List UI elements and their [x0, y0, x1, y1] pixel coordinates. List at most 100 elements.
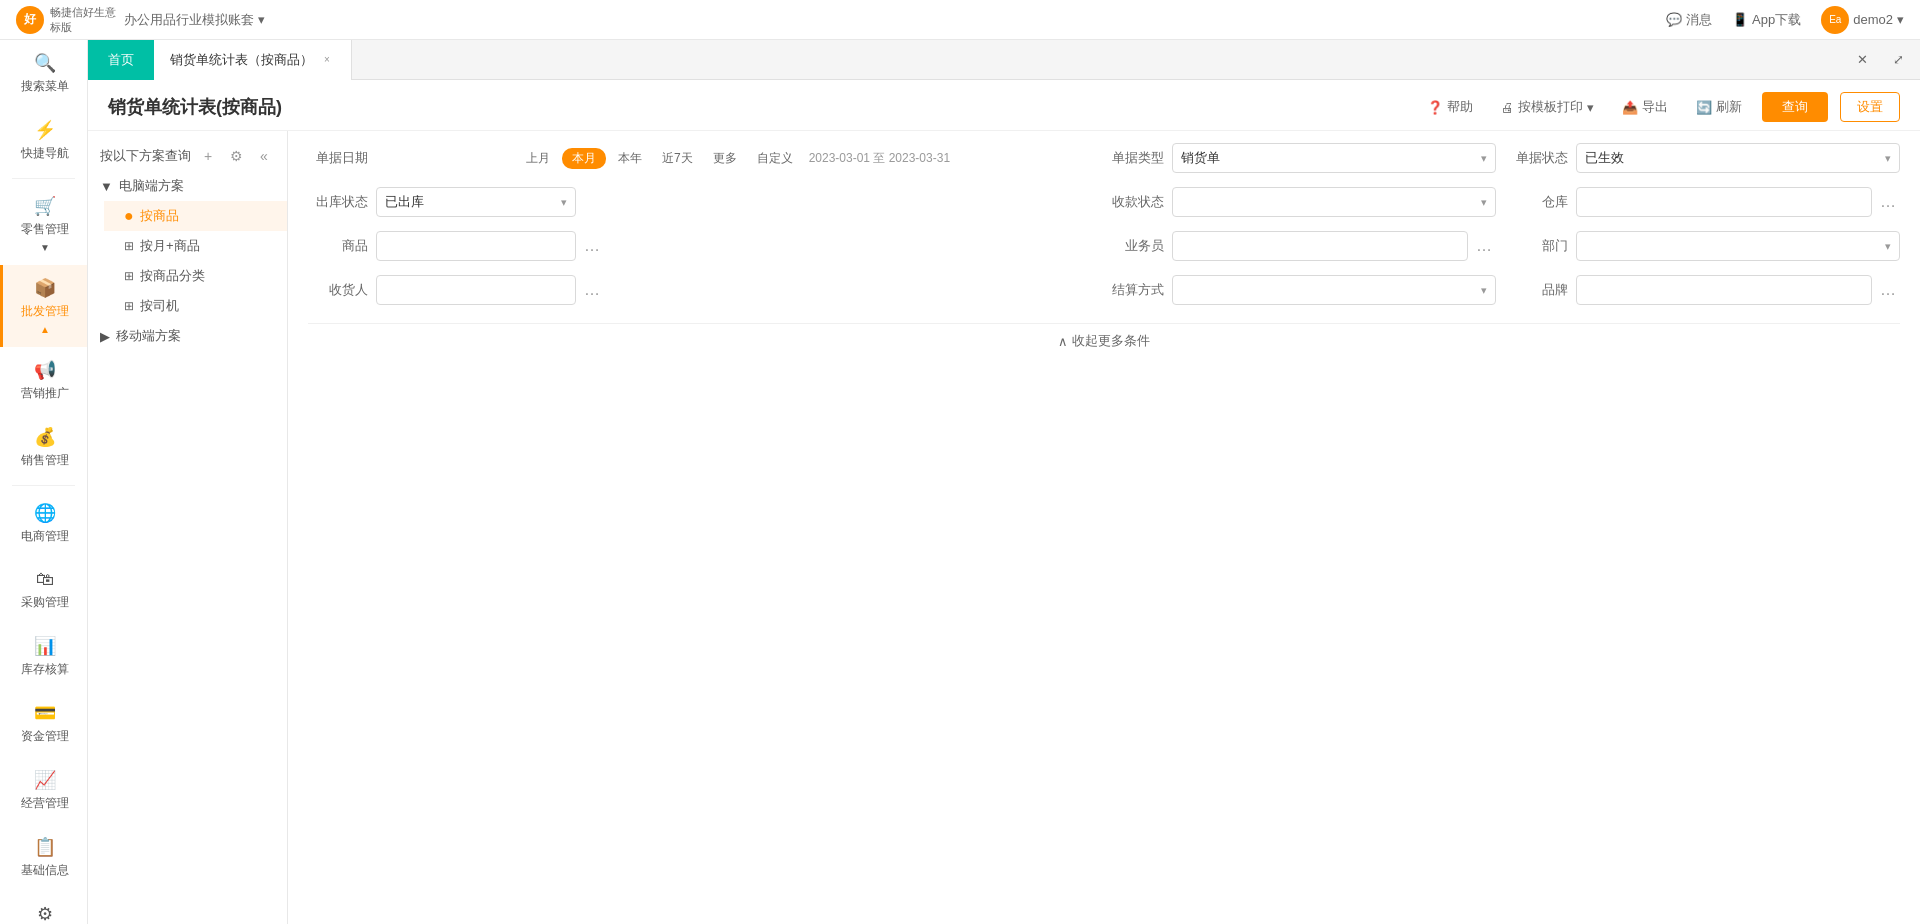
add-scheme-btn[interactable]: +: [197, 145, 219, 167]
doc-status-select[interactable]: 已生效 ▾: [1576, 143, 1900, 173]
logo-icon: 好: [16, 6, 44, 34]
sidebar-item-inventory[interactable]: 📊 库存核算: [0, 623, 87, 690]
tree-group-desktop[interactable]: ▼ 电脑端方案: [88, 171, 287, 201]
filter-date: 单据日期 上月 本月 本年 近7天 更多 自定义: [308, 148, 1092, 169]
recv-status-arrow-icon: ▾: [1481, 196, 1487, 209]
filter-receiver: 收货人 …: [308, 275, 1092, 305]
filter-row-1: 单据日期 上月 本月 本年 近7天 更多 自定义: [308, 143, 1900, 173]
tree-item-by-driver[interactable]: ⊞ 按司机: [104, 291, 287, 321]
filter-goods: 商品 …: [308, 231, 1092, 261]
filter-doc-status: 单据状态 已生效 ▾: [1508, 143, 1900, 173]
department-control: ▾: [1576, 231, 1900, 261]
doc-type-arrow-icon: ▾: [1481, 152, 1487, 165]
left-panel-header: 按以下方案查询 + ⚙ «: [88, 141, 287, 171]
refresh-btn[interactable]: 🔄 刷新: [1688, 94, 1750, 120]
sidebar-item-wholesale[interactable]: 📦 批发管理 ▲: [0, 265, 87, 347]
header-right: 💬 消息 📱 App下载 Ea demo2 ▾: [1666, 6, 1904, 34]
warehouse-more-btn[interactable]: …: [1876, 193, 1900, 211]
sidebar: 🔍 搜索菜单 ⚡ 快捷导航 🛒 零售管理 ▼ 📦 批发管理 ▲ 📢 营销推广 💰…: [0, 40, 88, 924]
filter-row-4: 收货人 … 结算方式: [308, 275, 1900, 305]
sidebar-item-search-menu[interactable]: 🔍 搜索菜单: [0, 40, 87, 107]
user-menu[interactable]: Ea demo2 ▾: [1821, 6, 1904, 34]
help-icon: ❓: [1427, 100, 1443, 115]
expand-icon2: ▲: [40, 324, 50, 335]
tree-item-by-category[interactable]: ⊞ 按商品分类: [104, 261, 287, 291]
filter-department: 部门 ▾: [1508, 231, 1900, 261]
warehouse-input[interactable]: [1576, 187, 1872, 217]
salesman-more-btn[interactable]: …: [1472, 237, 1496, 255]
expand-icon: ▼: [40, 242, 50, 253]
sidebar-item-base[interactable]: 📋 基础信息: [0, 824, 87, 891]
tree-item-by-goods[interactable]: ● 按商品: [104, 201, 287, 231]
sidebar-item-retail[interactable]: 🛒 零售管理 ▼: [0, 183, 87, 265]
sidebar-item-sales[interactable]: 💰 销售管理: [0, 414, 87, 481]
tree-item-by-month-goods[interactable]: ⊞ 按月+商品: [104, 231, 287, 261]
settings-button[interactable]: 设置: [1840, 92, 1900, 122]
sidebar-item-quick-nav[interactable]: ⚡ 快捷导航: [0, 107, 87, 174]
collapse-bar[interactable]: ∧ 收起更多条件: [308, 323, 1900, 358]
goods-input[interactable]: [376, 231, 576, 261]
doc-type-select[interactable]: 销货单 ▾: [1172, 143, 1496, 173]
date-btn-this-year[interactable]: 本年: [610, 148, 650, 169]
brand-input[interactable]: [1576, 275, 1872, 305]
receiver-more-btn[interactable]: …: [580, 281, 604, 299]
marketing-icon: 📢: [34, 359, 56, 381]
filter-recv-status: 收款状态 ▾: [1104, 187, 1496, 217]
help-btn[interactable]: ❓ 帮助: [1419, 94, 1481, 120]
date-btn-last-month[interactable]: 上月: [518, 148, 558, 169]
message-icon: 💬: [1666, 12, 1682, 27]
wholesale-icon: 📦: [34, 277, 56, 299]
tab-maximize-btn[interactable]: ⤢: [1884, 46, 1912, 74]
sidebar-item-marketing[interactable]: 📢 营销推广: [0, 347, 87, 414]
payment-select[interactable]: ▾: [1172, 275, 1496, 305]
sidebar-item-finance[interactable]: 💳 资金管理: [0, 690, 87, 757]
empty-illustration: [1044, 899, 1164, 925]
date-btn-this-month[interactable]: 本月: [562, 148, 606, 169]
refresh-icon: 🔄: [1696, 100, 1712, 115]
recv-status-select[interactable]: ▾: [1172, 187, 1496, 217]
sidebar-item-system[interactable]: ⚙ 系统管理: [0, 891, 87, 924]
goods-more-btn[interactable]: …: [580, 237, 604, 255]
date-btn-more[interactable]: 更多: [705, 148, 745, 169]
filter-salesman: 业务员 …: [1104, 231, 1496, 261]
tab-close-btn[interactable]: ×: [319, 52, 335, 68]
minimize-icon: ✕: [1857, 52, 1868, 67]
page-content: 销货单统计表(按商品) ❓ 帮助 🖨 按模板打印 ▾ 📤 导出: [88, 80, 1920, 924]
left-panel: 按以下方案查询 + ⚙ «: [88, 131, 288, 924]
date-btn-custom[interactable]: 自定义: [749, 148, 801, 169]
system-icon: ⚙: [37, 903, 53, 924]
collapse-panel-btn[interactable]: «: [253, 145, 275, 167]
tree-item-icon-0: ●: [124, 207, 134, 225]
print-template-btn[interactable]: 🖨 按模板打印 ▾: [1493, 94, 1602, 120]
brand-more-btn[interactable]: …: [1876, 281, 1900, 299]
settings-scheme-btn[interactable]: ⚙: [225, 145, 247, 167]
tree-expand-icon: ▼: [100, 179, 113, 194]
sidebar-item-ops[interactable]: 📈 经营管理: [0, 757, 87, 824]
sidebar-item-ecom[interactable]: 🌐 电商管理: [0, 490, 87, 557]
department-select[interactable]: ▾: [1576, 231, 1900, 261]
breadcrumb-select[interactable]: 办公用品行业模拟账套 ▾: [124, 11, 265, 29]
print-icon: 🖨: [1501, 100, 1514, 115]
salesman-input[interactable]: [1172, 231, 1468, 261]
ecom-icon: 🌐: [34, 502, 56, 524]
base-icon: 📋: [34, 836, 56, 858]
export-btn[interactable]: 📤 导出: [1614, 94, 1676, 120]
tree-group-mobile[interactable]: ▶ 移动端方案: [88, 321, 287, 351]
chevron-down-icon: ▾: [258, 12, 265, 27]
tab-minimize-btn[interactable]: ✕: [1848, 46, 1876, 74]
tab-home[interactable]: 首页: [88, 40, 154, 80]
date-btn-7days[interactable]: 近7天: [654, 148, 701, 169]
purchase-icon: 🛍: [36, 569, 54, 590]
message-btn[interactable]: 💬 消息: [1666, 11, 1712, 29]
date-label: 单据日期: [308, 149, 368, 167]
sidebar-item-purchase[interactable]: 🛍 采购管理: [0, 557, 87, 623]
receiver-input[interactable]: [376, 275, 576, 305]
out-status-select[interactable]: 已出库 ▾: [376, 187, 576, 217]
date-quick-btns: 上月 本月 本年 近7天 更多 自定义 2023-03-01 至 2023-03…: [518, 148, 950, 169]
sidebar-divider-1: [12, 178, 75, 179]
query-button[interactable]: 查询: [1762, 92, 1828, 122]
settings-icon: ⚙: [230, 148, 243, 164]
print-chevron-icon: ▾: [1587, 100, 1594, 115]
app-download-btn[interactable]: 📱 App下载: [1732, 11, 1801, 29]
tab-sales-stats[interactable]: 销货单统计表（按商品） ×: [154, 40, 352, 80]
